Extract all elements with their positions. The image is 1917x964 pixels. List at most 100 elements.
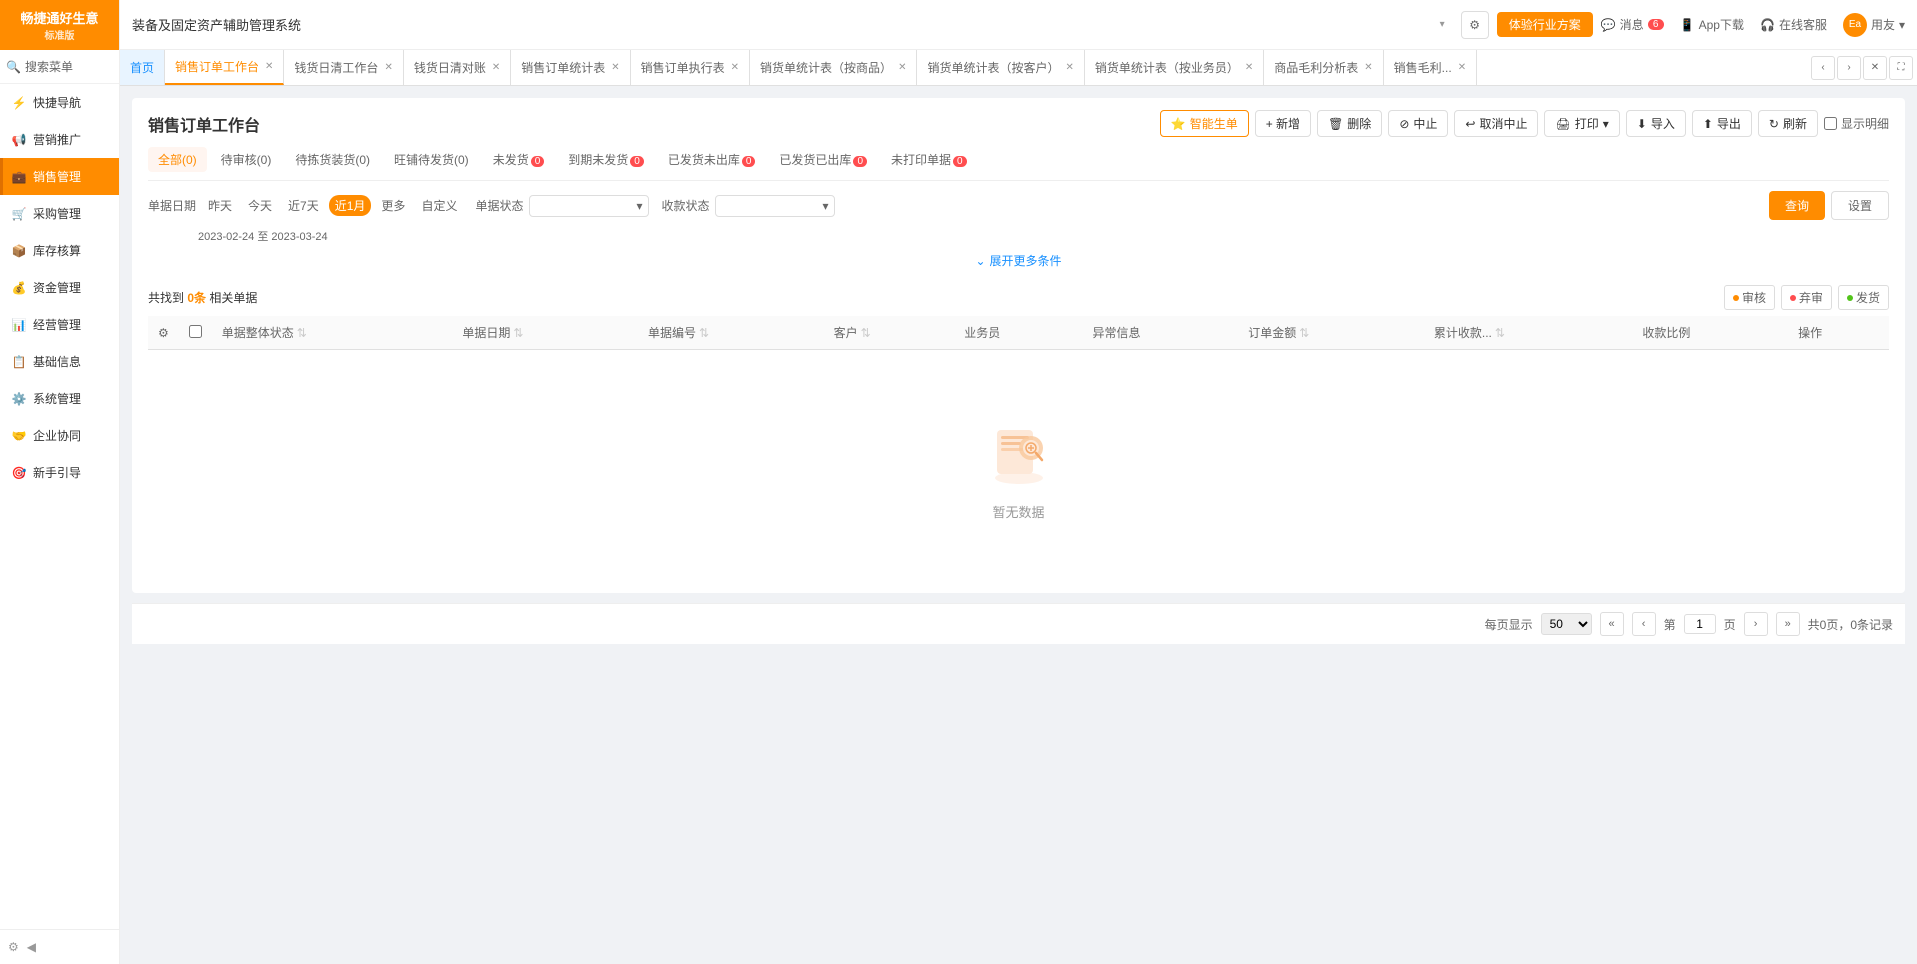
last-page-button[interactable]: » [1776,612,1800,636]
export-button[interactable]: ⬆ 导出 [1692,110,1752,137]
message-button[interactable]: 💬 消息 6 [1601,16,1664,33]
expand-filter-button[interactable]: ⌄ 展开更多条件 [975,252,1061,269]
tab-fullscreen[interactable]: ⛶ [1889,56,1913,80]
tab-sales-exec-close[interactable]: ✕ [731,62,739,73]
show-detail-checkbox[interactable]: 显示明细 [1824,115,1889,132]
payment-select-arrow: ▾ [822,199,828,213]
tab-scroll-left[interactable]: ‹ [1811,56,1835,80]
col-settings[interactable]: ⚙ [148,316,179,350]
query-button[interactable]: 查询 [1769,191,1825,220]
tab-cash-daily-close[interactable]: ✕ [384,62,392,73]
settings-icon[interactable]: ⚙ [8,940,19,954]
import-button[interactable]: ⬇ 导入 [1626,110,1686,137]
sidebar-item-basic[interactable]: 📋 基础信息 [0,343,119,380]
col-date[interactable]: 单据日期⇅ [452,316,638,350]
page-size-select[interactable]: 20 50 100 [1541,613,1592,635]
col-amount[interactable]: 订单金额⇅ [1238,316,1424,350]
date-btn-yesterday[interactable]: 昨天 [202,195,238,216]
date-btn-7days[interactable]: 近7天 [282,195,325,216]
tab-sales-stat-close[interactable]: ✕ [611,62,619,73]
print-button[interactable]: 🖨 打印 ▾ [1544,110,1619,137]
system-icon: ⚙️ [11,391,27,407]
add-button[interactable]: + 新增 [1255,110,1311,137]
gear-button[interactable]: ⚙ [1461,11,1489,39]
tab-sales-more-close[interactable]: ✕ [1458,62,1466,73]
tab-sales-more[interactable]: 销售毛利... ✕ [1384,50,1477,85]
sidebar-search[interactable]: 🔍 搜索菜单 [0,50,119,84]
col-number[interactable]: 单据编号⇅ [638,316,824,350]
sub-tab-shipped-out[interactable]: 已发货已出库0 [769,147,877,172]
sys-dropdown-arrow[interactable]: ▾ [1440,19,1445,30]
show-detail-input[interactable] [1824,117,1837,130]
tab-sales-exec[interactable]: 销售订单执行表 ✕ [631,50,750,85]
tab-home[interactable]: 首页 [120,50,165,85]
date-btn-1month[interactable]: 近1月 [329,195,372,216]
sidebar-item-enterprise[interactable]: 🤝 企业协同 [0,417,119,454]
tab-cash-reconcile[interactable]: 钱货日清对账 ✕ [404,50,511,85]
prev-page-button[interactable]: ‹ [1632,612,1656,636]
sub-tab-shipped-not-out[interactable]: 已发货未出库0 [658,147,766,172]
sidebar-item-marketing[interactable]: 📢 营销推广 [0,121,119,158]
col-status[interactable]: 单据整体状态⇅ [212,316,453,350]
user-menu[interactable]: Ea 用友 ▾ [1843,13,1905,37]
page-number-input[interactable] [1684,614,1716,634]
sub-tab-pending-review[interactable]: 待审核(0) [211,147,282,172]
col-ratio[interactable]: 收款比例 [1632,316,1788,350]
sidebar-item-purchase[interactable]: 🛒 采购管理 [0,195,119,232]
date-btn-today[interactable]: 今天 [242,195,278,216]
status-select[interactable]: ▾ [529,195,649,217]
refresh-button[interactable]: ↻ 刷新 [1758,110,1818,137]
cancel-review-button[interactable]: 弃审 [1781,285,1832,310]
sub-tab-all[interactable]: 全部(0) [148,147,207,172]
sidebar-item-quicknav[interactable]: ⚡ 快捷导航 [0,84,119,121]
sidebar-item-sales[interactable]: 💼 销售管理 [0,158,119,195]
tab-sale-summary-customer-close[interactable]: ✕ [1065,62,1073,73]
sub-tab-not-printed[interactable]: 未打印单据0 [881,147,977,172]
ship-button[interactable]: 发货 [1838,285,1889,310]
sidebar-item-operation[interactable]: 📊 经营管理 [0,306,119,343]
cancel-stop-button[interactable]: ↩ 取消中止 [1454,110,1538,137]
next-page-button[interactable]: › [1744,612,1768,636]
tab-sale-summary-staff[interactable]: 销货单统计表（按业务员） ✕ [1085,50,1264,85]
tab-sales-stat[interactable]: 销售订单统计表 ✕ [511,50,630,85]
tab-sale-summary-product-close[interactable]: ✕ [898,62,906,73]
col-received[interactable]: 累计收款...⇅ [1424,316,1633,350]
collapse-icon[interactable]: ◀ [27,940,36,954]
app-download-button[interactable]: 📱 App下载 [1680,16,1744,33]
tab-sale-summary-product[interactable]: 销货单统计表（按商品） ✕ [750,50,917,85]
tab-cash-daily[interactable]: 钱货日清工作台 ✕ [284,50,403,85]
stop-button[interactable]: ⊘ 中止 [1388,110,1448,137]
empty-illustration [979,410,1059,490]
set-button[interactable]: 设置 [1831,191,1889,220]
col-abnormal[interactable]: 异常信息 [1083,316,1239,350]
tab-gross-profit[interactable]: 商品毛利分析表 ✕ [1264,50,1383,85]
delete-button[interactable]: 🗑 删除 [1317,110,1382,137]
tab-sales-order-close[interactable]: ✕ [265,61,273,72]
tab-close-all[interactable]: ✕ [1863,56,1887,80]
tab-sale-summary-staff-close[interactable]: ✕ [1245,62,1253,73]
tab-gross-profit-close[interactable]: ✕ [1364,62,1372,73]
date-btn-custom[interactable]: 自定义 [415,195,463,216]
payment-select[interactable]: ▾ [715,195,835,217]
sidebar-item-finance[interactable]: 💰 资金管理 [0,269,119,306]
date-btn-more[interactable]: 更多 [375,195,411,216]
col-customer[interactable]: 客户⇅ [824,316,955,350]
tab-scroll-right[interactable]: › [1837,56,1861,80]
col-staff[interactable]: 业务员 [954,316,1082,350]
sub-tab-overdue-not-shipped[interactable]: 到期未发货0 [558,147,654,172]
sidebar-item-guide[interactable]: 🎯 新手引导 [0,454,119,491]
industry-button[interactable]: 体验行业方案 [1497,12,1593,37]
tab-cash-reconcile-close[interactable]: ✕ [492,62,500,73]
sub-tab-not-shipped[interactable]: 未发货0 [483,147,555,172]
sidebar-item-system[interactable]: ⚙️ 系统管理 [0,380,119,417]
first-page-button[interactable]: « [1600,612,1624,636]
tab-sale-summary-customer[interactable]: 销货单统计表（按客户） ✕ [917,50,1084,85]
smart-gen-button[interactable]: ⭐ 智能生单 [1160,110,1249,137]
col-check[interactable] [179,316,212,350]
online-service-button[interactable]: 🎧 在线客服 [1760,16,1827,33]
sidebar-item-inventory[interactable]: 📦 库存核算 [0,232,119,269]
sub-tab-pending-inspection[interactable]: 待拣货装货(0) [285,147,380,172]
sub-tab-wangpu[interactable]: 旺铺待发货(0) [384,147,479,172]
review-button[interactable]: 审核 [1724,285,1775,310]
tab-sales-order[interactable]: 销售订单工作台 ✕ [165,50,284,85]
